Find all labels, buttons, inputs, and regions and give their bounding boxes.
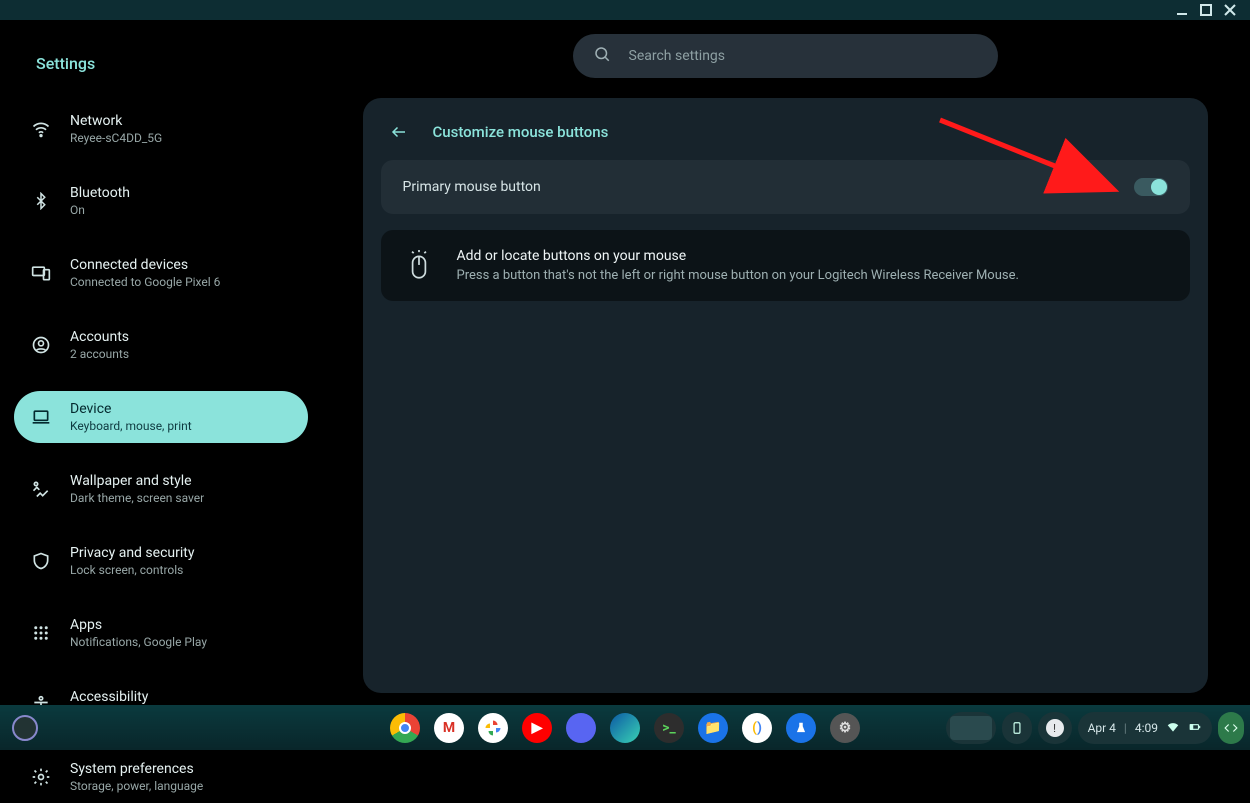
sidebar-item-label: System preferences bbox=[70, 761, 203, 777]
primary-mouse-button-toggle[interactable] bbox=[1134, 178, 1168, 196]
app-terminal[interactable]: >_ bbox=[654, 713, 684, 743]
battery-icon bbox=[1188, 720, 1202, 737]
search-input[interactable] bbox=[629, 48, 978, 64]
system-tray: ! Apr 4 | 4:09 bbox=[946, 712, 1244, 744]
sidebar: Settings Network Reyee-sC4DD_5G Bluetooth… bbox=[0, 20, 320, 705]
window-close-button[interactable] bbox=[1218, 0, 1242, 20]
sidebar-item-network[interactable]: Network Reyee-sC4DD_5G bbox=[14, 103, 308, 155]
apps-icon bbox=[30, 622, 52, 644]
app-files[interactable]: 📁 bbox=[698, 713, 728, 743]
wifi-icon bbox=[30, 118, 52, 140]
window-titlebar bbox=[0, 0, 1250, 20]
sidebar-item-system[interactable]: System preferences Storage, power, langua… bbox=[14, 751, 308, 803]
sidebar-item-sub: Connected to Google Pixel 6 bbox=[70, 275, 220, 289]
tray-time: 4:09 bbox=[1135, 721, 1158, 735]
launcher-button[interactable] bbox=[12, 715, 38, 741]
sidebar-item-label: Accounts bbox=[70, 329, 129, 345]
window-minimize-button[interactable] bbox=[1170, 0, 1194, 20]
app-discord[interactable] bbox=[566, 713, 596, 743]
search-icon bbox=[593, 45, 611, 67]
bluetooth-icon bbox=[30, 190, 52, 212]
primary-mouse-button-label: Primary mouse button bbox=[403, 179, 541, 195]
tray-notification[interactable]: ! bbox=[1038, 712, 1072, 744]
sidebar-item-sub: Lock screen, controls bbox=[70, 563, 194, 577]
app-generic1[interactable]: () bbox=[742, 713, 772, 743]
tray-date: Apr 4 bbox=[1088, 721, 1116, 735]
gear-icon bbox=[30, 766, 52, 788]
mouse-icon bbox=[403, 250, 435, 282]
sidebar-item-device[interactable]: Device Keyboard, mouse, print bbox=[14, 391, 308, 443]
app-photos[interactable] bbox=[478, 713, 508, 743]
instruction-title: Add or locate buttons on your mouse bbox=[457, 248, 1019, 264]
sidebar-item-wallpaper[interactable]: Wallpaper and style Dark theme, screen sa… bbox=[14, 463, 308, 515]
wifi-icon bbox=[1166, 720, 1180, 737]
status-area[interactable]: Apr 4 | 4:09 bbox=[1078, 712, 1212, 744]
app-chrome[interactable] bbox=[390, 713, 420, 743]
search-bar[interactable] bbox=[573, 34, 998, 78]
sidebar-item-accounts[interactable]: Accounts 2 accounts bbox=[14, 319, 308, 371]
sidebar-item-apps[interactable]: Apps Notifications, Google Play bbox=[14, 607, 308, 659]
app-edge[interactable] bbox=[610, 713, 640, 743]
instruction-subtitle: Press a button that's not the left or ri… bbox=[457, 268, 1019, 283]
sidebar-item-label: Bluetooth bbox=[70, 185, 130, 201]
sidebar-item-label: Accessibility bbox=[70, 689, 221, 705]
shelf: M ▶ >_ 📁 () ⚙ ! Apr 4 | 4:09 bbox=[0, 705, 1250, 750]
sidebar-item-privacy[interactable]: Privacy and security Lock screen, control… bbox=[14, 535, 308, 587]
app-settings[interactable]: ⚙ bbox=[830, 713, 860, 743]
sidebar-item-sub: Notifications, Google Play bbox=[70, 635, 207, 649]
sidebar-item-label: Device bbox=[70, 401, 192, 417]
tray-dev-icon[interactable] bbox=[1218, 712, 1244, 744]
sidebar-item-label: Wallpaper and style bbox=[70, 473, 204, 489]
account-icon bbox=[30, 334, 52, 356]
window-maximize-button[interactable] bbox=[1194, 0, 1218, 20]
sidebar-item-sub: Dark theme, screen saver bbox=[70, 491, 204, 505]
sidebar-item-sub: 2 accounts bbox=[70, 347, 129, 361]
devices-icon bbox=[30, 262, 52, 284]
page-title: Customize mouse buttons bbox=[433, 123, 609, 141]
sidebar-item-sub: On bbox=[70, 203, 130, 217]
tray-thumbnail[interactable] bbox=[946, 712, 996, 744]
tray-phone-hub[interactable] bbox=[1002, 712, 1032, 744]
primary-mouse-button-row: Primary mouse button bbox=[381, 160, 1190, 214]
sidebar-item-sub: Reyee-sC4DD_5G bbox=[70, 131, 162, 145]
palette-icon bbox=[30, 478, 52, 500]
laptop-icon bbox=[30, 406, 52, 428]
back-button[interactable] bbox=[387, 120, 411, 144]
settings-card: Customize mouse buttons Primary mouse bu… bbox=[363, 98, 1208, 693]
app-title: Settings bbox=[36, 54, 308, 73]
app-gmail[interactable]: M bbox=[434, 713, 464, 743]
sidebar-item-bluetooth[interactable]: Bluetooth On bbox=[14, 175, 308, 227]
app-youtube[interactable]: ▶ bbox=[522, 713, 552, 743]
sidebar-item-label: Connected devices bbox=[70, 257, 220, 273]
sidebar-item-sub: Keyboard, mouse, print bbox=[70, 419, 192, 433]
add-locate-buttons-card: Add or locate buttons on your mouse Pres… bbox=[381, 230, 1190, 301]
sidebar-item-label: Network bbox=[70, 113, 162, 129]
sidebar-item-label: Privacy and security bbox=[70, 545, 194, 561]
sidebar-item-label: Apps bbox=[70, 617, 207, 633]
shield-icon bbox=[30, 550, 52, 572]
sidebar-item-connected-devices[interactable]: Connected devices Connected to Google Pix… bbox=[14, 247, 308, 299]
sidebar-item-sub: Storage, power, language bbox=[70, 779, 203, 793]
app-generic2[interactable] bbox=[786, 713, 816, 743]
